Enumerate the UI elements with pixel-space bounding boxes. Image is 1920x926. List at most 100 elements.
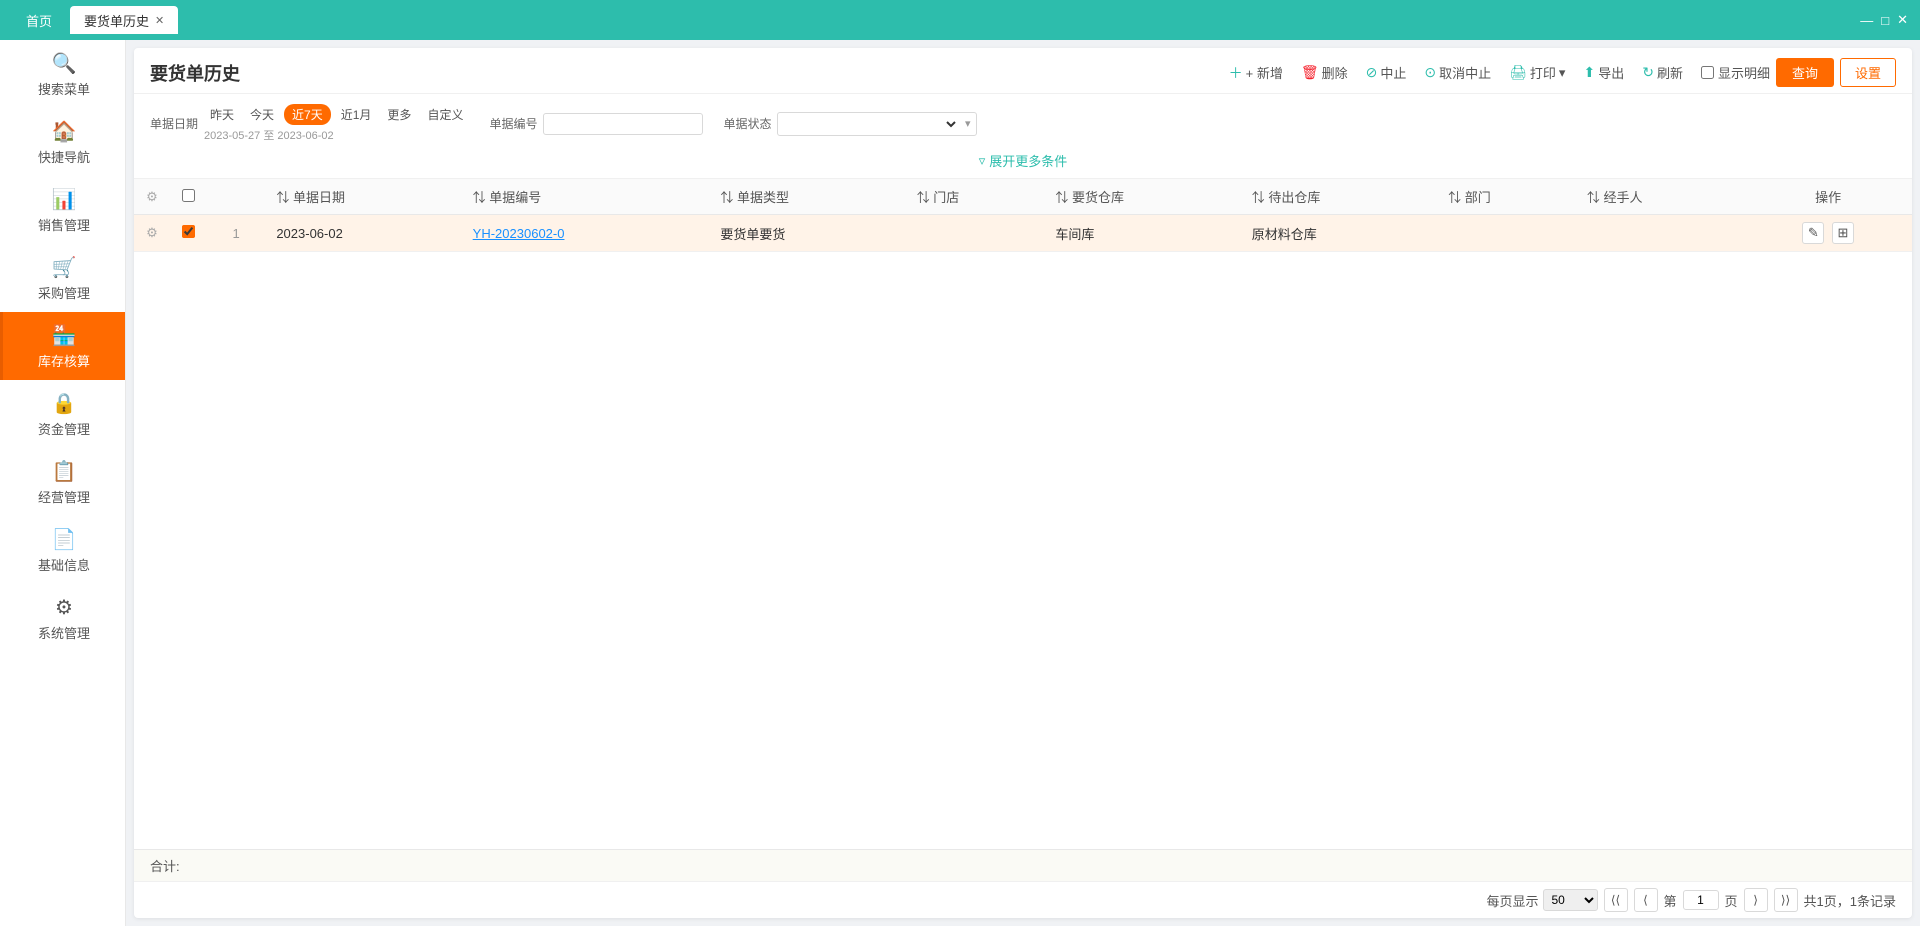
settings-label: 设置 [1855, 66, 1881, 81]
th-pendingwarehouse-label: ⇅ 待出仓库 [1252, 190, 1321, 205]
date-tab-yesterday[interactable]: 昨天 [204, 104, 240, 125]
print-dropdown-icon: ▾ [1559, 65, 1566, 81]
table-header-row: ⚙ ⇅ 单据日期 ⇅ 单据编号 ⇅ 单据类型 [134, 179, 1912, 215]
sidebar-item-purchase[interactable]: 🛒 采购管理 [0, 244, 125, 312]
close-icon[interactable]: ✕ [1897, 12, 1908, 28]
sidebar-item-search[interactable]: 🔍 搜索菜单 [0, 40, 125, 108]
edit-op-btn[interactable]: ✎ [1802, 222, 1824, 244]
page-label-end: 页 [1725, 891, 1738, 910]
tab-home-label: 首页 [26, 11, 52, 30]
sidebar-item-label: 采购管理 [38, 283, 90, 302]
summary-label: 合计: [150, 856, 180, 875]
new-icon: ＋ [1229, 63, 1243, 83]
new-button[interactable]: ＋ + 新增 [1221, 59, 1291, 87]
toolbar: ＋ + 新增 🗑 删除 ⊘ 中止 ⊙ 取消中止 [1221, 58, 1896, 87]
print-label: 打印 [1530, 63, 1556, 82]
refresh-button[interactable]: ↻ 刷新 [1634, 59, 1691, 86]
table-wrap: ⚙ ⇅ 单据日期 ⇅ 单据编号 ⇅ 单据类型 [134, 179, 1912, 849]
th-store[interactable]: ⇅ 门店 [907, 179, 1046, 215]
table-row: ⚙ 1 2023-06-02 YH-20230602-0 要货单要货 车间库 原… [134, 215, 1912, 252]
first-page-btn[interactable]: ⟨⟨ [1604, 888, 1628, 912]
sidebar-item-label: 销售管理 [38, 215, 90, 234]
td-reqwarehouse: 车间库 [1045, 215, 1241, 252]
th-reqwarehouse-label: ⇅ 要货仓库 [1055, 190, 1124, 205]
expand-more-btn[interactable]: ▿ 展开更多条件 [150, 149, 1896, 172]
th-store-label: ⇅ 门店 [917, 190, 960, 205]
cancel-stop-button[interactable]: ⊙ 取消中止 [1416, 59, 1499, 86]
sidebar-item-quicknav[interactable]: 🏠 快捷导航 [0, 108, 125, 176]
select-all-checkbox[interactable] [182, 189, 195, 202]
display-detail-check[interactable]: 显示明细 [1701, 63, 1770, 82]
sidebar-item-sales[interactable]: 📊 销售管理 [0, 176, 125, 244]
stop-button[interactable]: ⊘ 中止 [1358, 59, 1415, 86]
top-bar: 首页 要货单历史 ✕ — □ ✕ [0, 0, 1920, 40]
tab-home[interactable]: 首页 [12, 6, 66, 34]
th-department[interactable]: ⇅ 部门 [1438, 179, 1577, 215]
th-docno-label: ⇅ 单据编号 [473, 190, 542, 205]
search-icon: 🔍 [52, 54, 77, 74]
sidebar-item-finance[interactable]: 🔒 资金管理 [0, 380, 125, 448]
total-info: 共1页，1条记录 [1804, 891, 1896, 910]
sidebar-item-inventory[interactable]: 🏪 库存核算 [0, 312, 125, 380]
sidebar-item-label: 系统管理 [38, 623, 90, 642]
th-date[interactable]: ⇅ 单据日期 [266, 179, 462, 215]
date-range-text: 2023-05-27 至 2023-06-02 [204, 127, 469, 143]
query-button[interactable]: 查询 [1776, 58, 1834, 87]
status-select[interactable] [778, 113, 958, 135]
export-icon: ⬆ [1583, 64, 1595, 81]
th-doctype[interactable]: ⇅ 单据类型 [710, 179, 906, 215]
td-store [907, 215, 1046, 252]
sidebar-item-basic[interactable]: 📄 基础信息 [0, 516, 125, 584]
sidebar-item-operation[interactable]: 📋 经营管理 [0, 448, 125, 516]
th-reqwarehouse[interactable]: ⇅ 要货仓库 [1045, 179, 1241, 215]
date-tabs: 昨天 今天 近7天 近1月 更多 自定义 [204, 104, 469, 125]
date-tabs-wrap: 昨天 今天 近7天 近1月 更多 自定义 2023-05-27 至 2023-0… [204, 104, 469, 143]
date-tab-today[interactable]: 今天 [244, 104, 280, 125]
settings-button[interactable]: 设置 [1840, 58, 1896, 87]
expand-more-label: 展开更多条件 [989, 151, 1067, 170]
td-settings[interactable]: ⚙ [134, 215, 170, 252]
th-doctype-label: ⇅ 单据类型 [720, 190, 789, 205]
date-tab-7days[interactable]: 近7天 [284, 104, 331, 125]
select-arrow-icon: ▾ [959, 117, 977, 130]
view-op-btn[interactable]: ⊞ [1832, 222, 1854, 244]
minimize-icon[interactable]: — [1860, 13, 1873, 28]
tab-history[interactable]: 要货单历史 ✕ [70, 6, 178, 34]
th-docno[interactable]: ⇅ 单据编号 [463, 179, 711, 215]
refresh-label: 刷新 [1657, 63, 1683, 82]
row-checkbox[interactable] [182, 225, 195, 238]
sidebar: 🔍 搜索菜单 🏠 快捷导航 📊 销售管理 🛒 采购管理 🏪 库存核算 🔒 资金管… [0, 40, 126, 926]
store-icon: 🏪 [52, 326, 77, 346]
refresh-icon: ↻ [1642, 64, 1654, 81]
sidebar-item-system[interactable]: ⚙ 系统管理 [0, 584, 125, 652]
display-detail-checkbox[interactable] [1701, 66, 1714, 79]
last-page-btn[interactable]: ⟩⟩ [1774, 888, 1798, 912]
delete-button[interactable]: 🗑 删除 [1293, 59, 1356, 86]
page-num-input[interactable] [1683, 890, 1719, 910]
page-size-select[interactable]: 20 50 100 200 [1543, 889, 1598, 911]
filter-row-1: 单据日期 昨天 今天 近7天 近1月 更多 自定义 2023-05-27 至 2… [150, 104, 1896, 143]
document-icon: 📄 [52, 530, 77, 550]
th-handler[interactable]: ⇅ 经手人 [1577, 179, 1745, 215]
td-docno[interactable]: YH-20230602-0 [463, 215, 711, 252]
td-doctype: 要货单要货 [710, 215, 906, 252]
filter-area: 单据日期 昨天 今天 近7天 近1月 更多 自定义 2023-05-27 至 2… [134, 94, 1912, 179]
table-body: ⚙ 1 2023-06-02 YH-20230602-0 要货单要货 车间库 原… [134, 215, 1912, 252]
th-pendingwarehouse[interactable]: ⇅ 待出仓库 [1242, 179, 1438, 215]
print-button[interactable]: 🖨 打印 ▾ [1501, 59, 1573, 86]
th-ops: 操作 [1744, 179, 1912, 215]
td-handler [1577, 215, 1745, 252]
tab-close-icon[interactable]: ✕ [155, 14, 164, 27]
export-button[interactable]: ⬆ 导出 [1575, 59, 1632, 86]
th-settings[interactable]: ⚙ [134, 179, 170, 215]
th-date-label: ⇅ 单据日期 [276, 190, 345, 205]
next-page-btn[interactable]: ⟩ [1744, 888, 1768, 912]
date-tab-1month[interactable]: 近1月 [335, 104, 378, 125]
prev-page-btn[interactable]: ⟨ [1634, 888, 1658, 912]
docno-input[interactable] [543, 113, 703, 135]
date-tab-custom[interactable]: 自定义 [421, 104, 469, 125]
date-tab-more[interactable]: 更多 [381, 104, 417, 125]
page-content: 要货单历史 ＋ + 新增 🗑 删除 ⊘ 中止 ⊙ [134, 48, 1912, 918]
maximize-icon[interactable]: □ [1881, 13, 1889, 28]
th-rownum [206, 179, 266, 215]
